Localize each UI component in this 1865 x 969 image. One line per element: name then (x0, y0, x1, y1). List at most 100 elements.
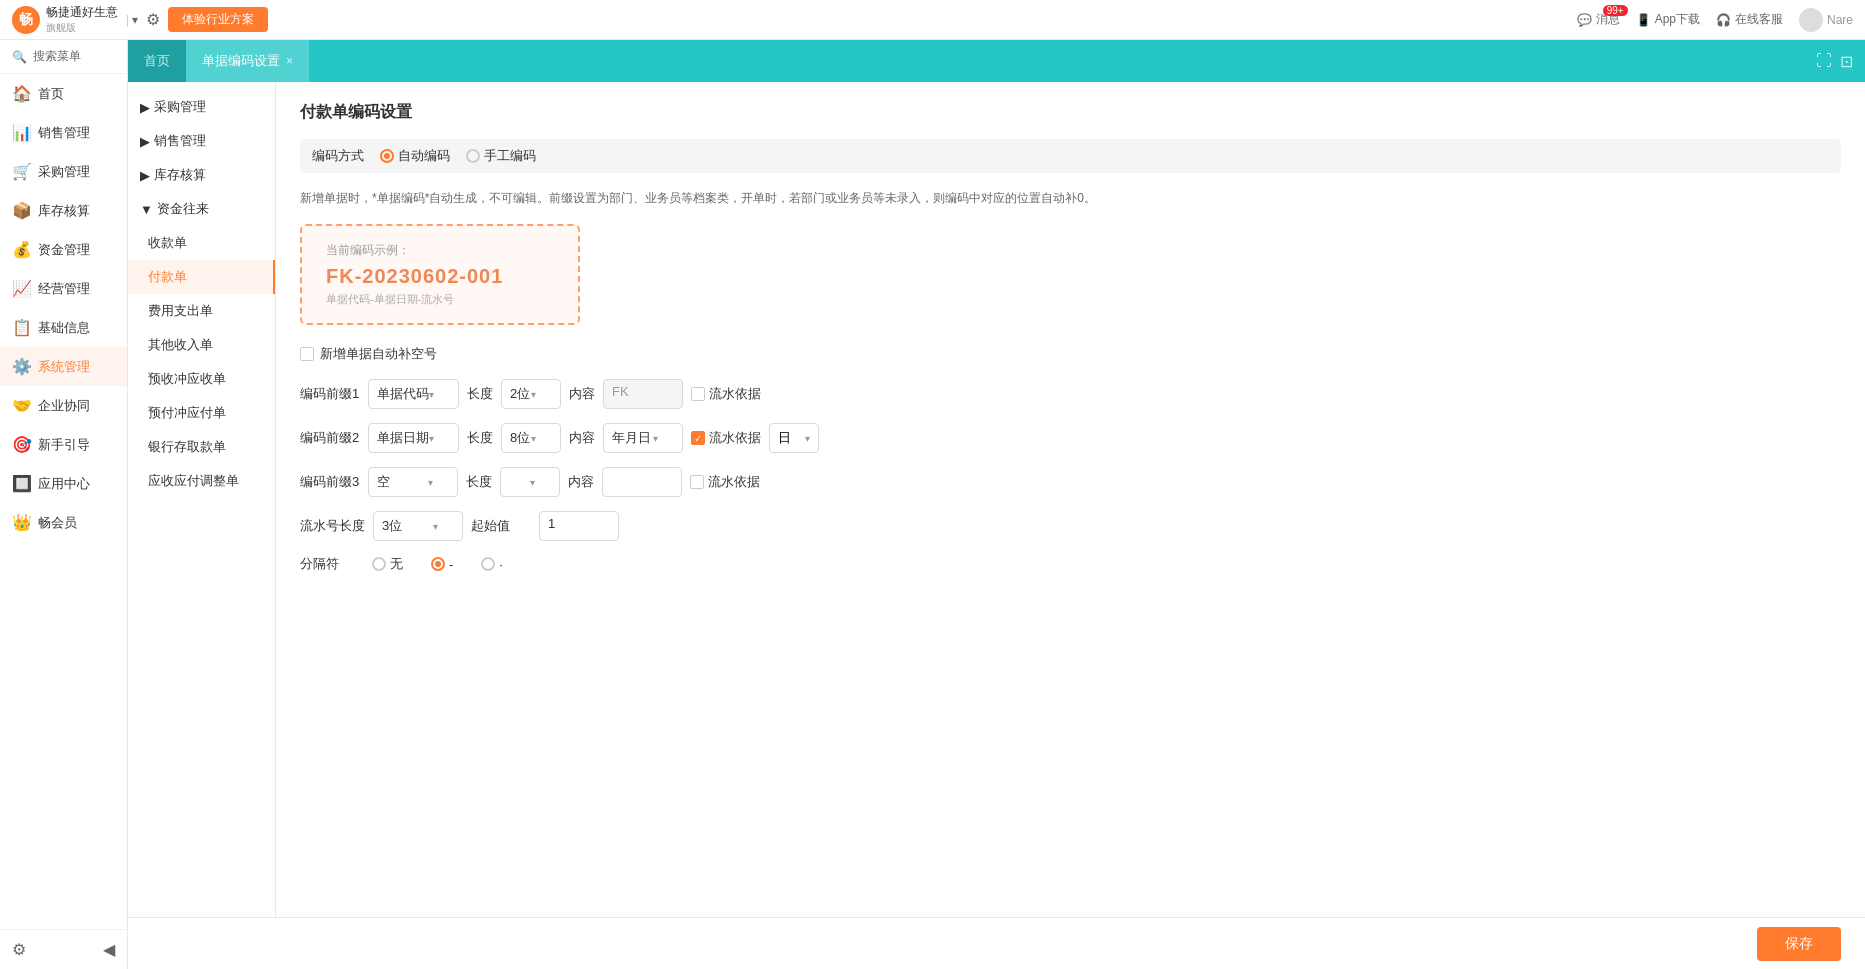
service-icon: 🎧 (1716, 13, 1731, 27)
tab-close-icon[interactable]: × (286, 54, 293, 68)
left-nav-group-finance-title[interactable]: ▼ 资金往来 (128, 192, 275, 226)
sep-none-option[interactable]: 无 (372, 555, 403, 573)
auto-fill-label: 新增单据自动补空号 (320, 345, 437, 363)
sep-dot-radio[interactable] (481, 557, 495, 571)
auto-encode-option[interactable]: 自动编码 (380, 147, 450, 165)
tab-home[interactable]: 首页 (128, 40, 186, 82)
sidebar-item-system[interactable]: ⚙️ 系统管理 (0, 347, 127, 386)
preview-code: FK-20230602-001 (326, 265, 554, 288)
sidebar-collapse-icon[interactable]: ◀ (103, 940, 115, 959)
sidebar-item-sales[interactable]: 📊 销售管理 (0, 113, 127, 152)
left-nav-item-bank[interactable]: 银行存取款单 (128, 430, 275, 464)
nav-dropdown[interactable]: | ▾ (126, 13, 138, 27)
save-button[interactable]: 保存 (1757, 927, 1841, 961)
length1-select[interactable]: 2位 ▾ (501, 379, 561, 409)
serial3-checkbox[interactable] (690, 475, 704, 489)
home-icon: 🏠 (12, 84, 30, 103)
expand-arrow-icon: ▶ (140, 168, 150, 183)
manual-encode-option[interactable]: 手工编码 (466, 147, 536, 165)
sep-none-radio[interactable] (372, 557, 386, 571)
sidebar-item-enterprise[interactable]: 🤝 企业协同 (0, 386, 127, 425)
tab-restore-icon[interactable]: ⊡ (1840, 52, 1853, 71)
sidebar-item-guide[interactable]: 🎯 新手引导 (0, 425, 127, 464)
content2-select[interactable]: 年月日 ▾ (603, 423, 683, 453)
preview-box: 当前编码示例： FK-20230602-001 单据代码-单据日期-流水号 (300, 224, 580, 325)
sidebar-item-finance[interactable]: 💰 资金管理 (0, 230, 127, 269)
left-nav-group-purchase-title[interactable]: ▶ 采购管理 (128, 90, 275, 124)
left-nav-item-receipt[interactable]: 收款单 (128, 226, 275, 260)
manual-encode-radio[interactable] (466, 149, 480, 163)
sidebar-bottom: ⚙ ◀ (0, 929, 127, 969)
tab-maximize-icon[interactable]: ⛶ (1816, 52, 1832, 70)
tab-current[interactable]: 单据编码设置 × (186, 40, 309, 82)
length3-select[interactable]: ▾ (500, 467, 560, 497)
sidebar-item-purchase[interactable]: 🛒 采购管理 (0, 152, 127, 191)
left-nav-item-payment[interactable]: 付款单 (128, 260, 275, 294)
content3-input[interactable] (602, 467, 682, 497)
serial1-checkbox[interactable] (691, 387, 705, 401)
messages-item[interactable]: 💬 消息 99+ (1577, 11, 1620, 28)
auto-fill-checkbox[interactable] (300, 347, 314, 361)
sidebar-item-label: 企业协同 (38, 397, 90, 415)
online-service-label: 在线客服 (1735, 11, 1783, 28)
left-nav-item-pre-payment[interactable]: 预付冲应付单 (128, 396, 275, 430)
sep-dash-label: - (449, 557, 453, 572)
sidebar-item-label: 库存核算 (38, 202, 90, 220)
left-nav-group-inventory-title[interactable]: ▶ 库存核算 (128, 158, 275, 192)
chevron-down-icon: ▾ (531, 389, 536, 400)
length1-label: 长度 (467, 385, 493, 403)
chevron-down-icon: ▾ (433, 521, 438, 532)
experience-button[interactable]: 体验行业方案 (168, 7, 268, 32)
sidebar-search[interactable]: 🔍 搜索菜单 (0, 40, 127, 74)
sidebar-settings-icon[interactable]: ⚙ (12, 940, 26, 959)
serial3-checkbox-group: 流水依据 (690, 473, 760, 491)
serial2-checkbox[interactable]: ✓ (691, 431, 705, 445)
sidebar-item-member[interactable]: 👑 畅会员 (0, 503, 127, 542)
enterprise-icon: 🤝 (12, 396, 30, 415)
serial2-label: 流水依据 (709, 429, 761, 447)
auto-encode-radio[interactable] (380, 149, 394, 163)
form-row-1: 编码前缀1 单据代码 ▾ 长度 2位 ▾ 内容 FK 流水依据 (300, 379, 1841, 409)
tab-current-label: 单据编码设置 (202, 52, 280, 70)
inventory-icon: 📦 (12, 201, 30, 220)
search-label: 搜索菜单 (33, 48, 81, 65)
prefix2-select[interactable]: 单据日期 ▾ (368, 423, 459, 453)
left-nav-group-sales-title[interactable]: ▶ 销售管理 (128, 124, 275, 158)
serial-length-select[interactable]: 3位 ▾ (373, 511, 463, 541)
sep-dash-option[interactable]: - (431, 557, 453, 572)
serial2-checkbox-group: ✓ 流水依据 (691, 429, 761, 447)
chevron-down-icon: ▾ (429, 389, 434, 400)
chevron-down-icon: ▾ (805, 433, 810, 444)
length2-select[interactable]: 8位 ▾ (501, 423, 561, 453)
sep-dash-radio[interactable] (431, 557, 445, 571)
app-download-label: App下载 (1655, 11, 1700, 28)
left-nav-item-pre-receipt[interactable]: 预收冲应收单 (128, 362, 275, 396)
left-nav-item-expense[interactable]: 费用支出单 (128, 294, 275, 328)
chevron-down-icon: ▾ (428, 477, 433, 488)
settings-icon[interactable]: ⚙ (146, 10, 160, 29)
content2-label: 内容 (569, 429, 595, 447)
left-nav-item-adjust[interactable]: 应收应付调整单 (128, 464, 275, 498)
form-row-3: 编码前缀3 空 ▾ 长度 ▾ 内容 流水依据 (300, 467, 1841, 497)
brand-text: 畅捷通好生意 旗舰版 (46, 4, 118, 35)
prefix3-select[interactable]: 空 ▾ (368, 467, 458, 497)
avatar (1799, 8, 1823, 32)
day-select[interactable]: 日 ▾ (769, 423, 819, 453)
start-value-label: 起始值 (471, 517, 531, 535)
start-value-input[interactable]: 1 (539, 511, 619, 541)
sidebar-item-inventory[interactable]: 📦 库存核算 (0, 191, 127, 230)
sidebar-item-apps[interactable]: 🔲 应用中心 (0, 464, 127, 503)
left-nav-item-other-income[interactable]: 其他收入单 (128, 328, 275, 362)
user-item[interactable]: Nare (1799, 8, 1853, 32)
sidebar-item-label: 系统管理 (38, 358, 90, 376)
sales-icon: 📊 (12, 123, 30, 142)
sep-dot-option[interactable]: · (481, 557, 503, 572)
left-nav-group-finance: ▼ 资金往来 收款单 付款单 费用支出单 其他收入单 预收冲应收单 预付冲应付单… (128, 192, 275, 498)
sidebar-item-basic[interactable]: 📋 基础信息 (0, 308, 127, 347)
prefix1-select[interactable]: 单据代码 ▾ (368, 379, 459, 409)
serial-length-row: 流水号长度 3位 ▾ 起始值 1 (300, 511, 1841, 541)
sidebar-item-operations[interactable]: 📈 经营管理 (0, 269, 127, 308)
online-service-item[interactable]: 🎧 在线客服 (1716, 11, 1783, 28)
app-download-item[interactable]: 📱 App下载 (1636, 11, 1700, 28)
sidebar-item-home[interactable]: 🏠 首页 (0, 74, 127, 113)
